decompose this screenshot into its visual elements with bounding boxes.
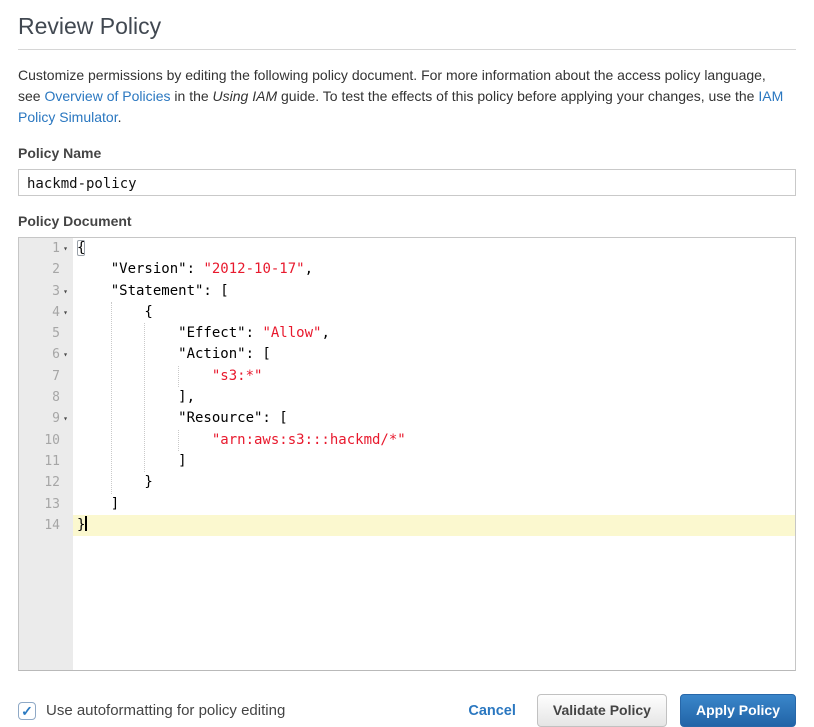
- gutter-cell: 1▾: [19, 238, 73, 259]
- editor-gutter: 1▾23▾4▾56▾789▾1011121314: [19, 238, 73, 670]
- line-number: 12: [44, 472, 60, 493]
- gutter-cell: 5: [19, 323, 73, 344]
- code-text: "Resource": [: [77, 410, 288, 426]
- line-number: 2: [52, 259, 60, 280]
- policy-name-label: Policy Name: [18, 145, 796, 161]
- code-text: ]: [77, 496, 119, 512]
- intro-text: guide. To test the effects of this polic…: [277, 88, 758, 104]
- line-number: 14: [44, 515, 60, 536]
- gutter-cell: 7: [19, 366, 73, 387]
- cancel-button[interactable]: Cancel: [468, 703, 516, 719]
- line-number: 11: [44, 451, 60, 472]
- line-number: 7: [52, 366, 60, 387]
- gutter-cell: 10: [19, 430, 73, 451]
- code-string-value: "2012-10-17": [203, 261, 304, 277]
- code-line[interactable]: }: [73, 472, 795, 493]
- line-number: 10: [44, 430, 60, 451]
- gutter-cell: 12: [19, 472, 73, 493]
- indent-guide: [144, 323, 145, 472]
- indent-guide: [178, 430, 179, 451]
- code-line[interactable]: ],: [73, 387, 795, 408]
- code-line[interactable]: }: [73, 515, 795, 536]
- code-text: ]: [77, 453, 187, 469]
- fold-arrow-icon[interactable]: ▾: [60, 302, 71, 323]
- code-line[interactable]: "Version": "2012-10-17",: [73, 259, 795, 280]
- code-line[interactable]: "Effect": "Allow",: [73, 323, 795, 344]
- line-number: 8: [52, 387, 60, 408]
- line-number: 3: [52, 281, 60, 302]
- intro-text: .: [118, 109, 122, 125]
- code-line[interactable]: "arn:aws:s3:::hackmd/*": [73, 430, 795, 451]
- code-text: }: [77, 517, 85, 533]
- code-text: ,: [305, 261, 313, 277]
- gutter-cell: 4▾: [19, 302, 73, 323]
- fold-arrow-icon[interactable]: ▾: [60, 344, 71, 365]
- code-text: "Effect":: [77, 325, 262, 341]
- code-text: ],: [77, 389, 195, 405]
- gutter-cell: 6▾: [19, 344, 73, 365]
- line-number: 4: [52, 302, 60, 323]
- code-line[interactable]: "Resource": [: [73, 408, 795, 429]
- code-line[interactable]: ]: [73, 494, 795, 515]
- fold-arrow-icon[interactable]: ▾: [60, 281, 71, 302]
- line-number: 9: [52, 408, 60, 429]
- indent-guide: [178, 366, 179, 387]
- gutter-cell: 8: [19, 387, 73, 408]
- code-text: }: [77, 474, 153, 490]
- policy-document-editor[interactable]: 1▾23▾4▾56▾789▾1011121314 { "Version": "2…: [18, 237, 796, 671]
- code-text: ,: [321, 325, 329, 341]
- code-line[interactable]: ]: [73, 451, 795, 472]
- intro-paragraph: Customize permissions by editing the fol…: [18, 65, 792, 128]
- fold-arrow-icon[interactable]: ▾: [60, 238, 71, 259]
- gutter-cell: 3▾: [19, 281, 73, 302]
- code-text: "Version":: [77, 261, 203, 277]
- code-line[interactable]: "Action": [: [73, 344, 795, 365]
- page-title: Review Policy: [18, 0, 796, 40]
- apply-policy-button[interactable]: Apply Policy: [680, 694, 796, 727]
- intro-text: in the: [171, 88, 213, 104]
- code-line[interactable]: "s3:*": [73, 366, 795, 387]
- checkmark-icon: ✓: [21, 704, 33, 718]
- policy-document-label: Policy Document: [18, 213, 796, 229]
- code-text: "Action": [: [77, 346, 271, 362]
- validate-policy-button[interactable]: Validate Policy: [537, 694, 667, 727]
- overview-of-policies-link[interactable]: Overview of Policies: [44, 88, 170, 104]
- autoformat-label: Use autoformatting for policy editing: [46, 702, 285, 719]
- autoformat-checkbox[interactable]: ✓: [18, 702, 36, 720]
- indent-guide: [111, 302, 112, 494]
- gutter-cell: 14: [19, 515, 73, 536]
- footer-bar: ✓ Use autoformatting for policy editing …: [18, 694, 796, 727]
- line-number: 6: [52, 344, 60, 365]
- line-number: 5: [52, 323, 60, 344]
- text-cursor: [85, 516, 87, 531]
- gutter-cell: 11: [19, 451, 73, 472]
- code-text: {: [77, 304, 153, 320]
- gutter-cell: 13: [19, 494, 73, 515]
- code-string-value: "Allow": [262, 325, 321, 341]
- code-text: {: [77, 240, 85, 256]
- editor-code[interactable]: { "Version": "2012-10-17", "Statement": …: [73, 238, 795, 670]
- title-divider: [18, 49, 796, 50]
- code-line[interactable]: {: [73, 302, 795, 323]
- policy-name-input[interactable]: [18, 169, 796, 196]
- gutter-cell: 9▾: [19, 408, 73, 429]
- code-string-value: "arn:aws:s3:::hackmd/*": [212, 432, 406, 448]
- code-line[interactable]: {: [73, 238, 795, 259]
- code-text: "Statement": [: [77, 283, 229, 299]
- gutter-cell: 2: [19, 259, 73, 280]
- code-line[interactable]: "Statement": [: [73, 281, 795, 302]
- review-policy-page: Review Policy Customize permissions by e…: [0, 0, 814, 727]
- line-number: 1: [52, 238, 60, 259]
- autoformat-option: ✓ Use autoformatting for policy editing: [18, 702, 285, 720]
- code-string-value: "s3:*": [212, 368, 263, 384]
- action-buttons: Cancel Validate Policy Apply Policy: [468, 694, 796, 727]
- line-number: 13: [44, 494, 60, 515]
- fold-arrow-icon[interactable]: ▾: [60, 408, 71, 429]
- using-iam-guide-name: Using IAM: [213, 88, 278, 104]
